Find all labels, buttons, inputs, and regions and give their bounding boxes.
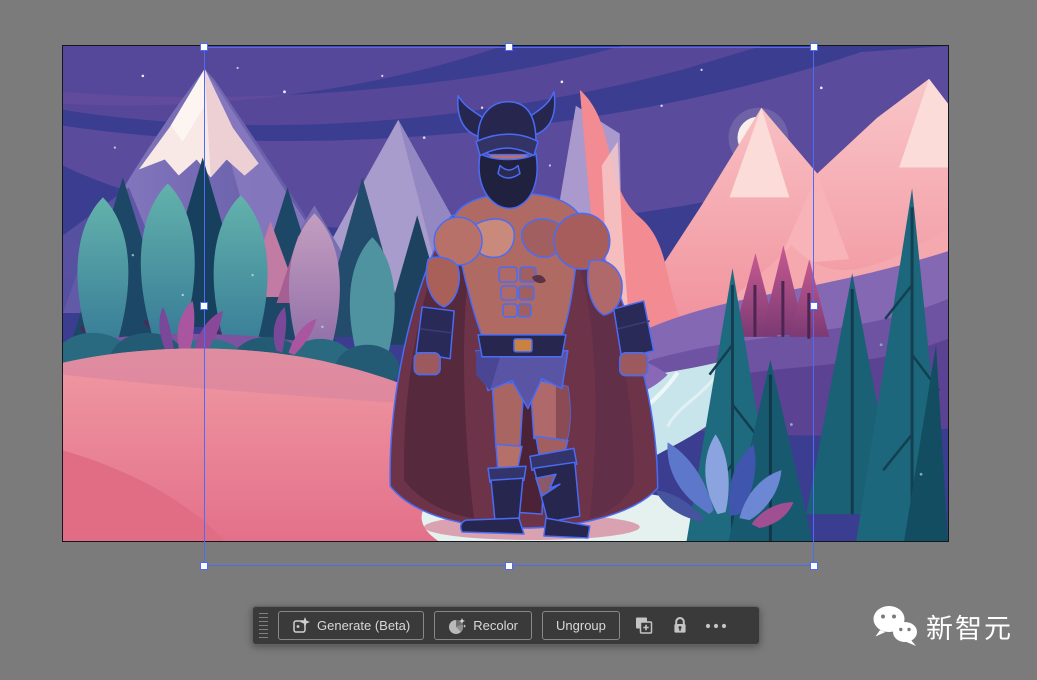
ungroup-button[interactable]: Ungroup [542, 611, 620, 640]
generate-button-label: Generate (Beta) [317, 618, 410, 633]
selection-handle-w[interactable] [200, 302, 208, 310]
application-window: Generate (Beta) Recolor Ungroup [0, 0, 1037, 680]
selection-handle-nw[interactable] [200, 43, 208, 51]
ungroup-button-label: Ungroup [556, 618, 606, 633]
illustration [63, 46, 948, 541]
duplicate-plus-icon[interactable] [632, 614, 656, 638]
recolor-button[interactable]: Recolor [434, 611, 532, 640]
selection-handle-e[interactable] [810, 302, 818, 310]
toolbar-drag-handle[interactable] [259, 613, 268, 639]
selection-handle-se[interactable] [810, 562, 818, 570]
selection-handle-sw[interactable] [200, 562, 208, 570]
recolor-button-label: Recolor [473, 618, 518, 633]
generate-sparkle-icon [292, 617, 310, 635]
generate-button[interactable]: Generate (Beta) [278, 611, 424, 640]
context-toolbar: Generate (Beta) Recolor Ungroup [252, 606, 760, 645]
artwork-canvas[interactable] [62, 45, 949, 542]
watermark-text: 新智元 [926, 607, 1013, 646]
lock-icon[interactable] [668, 614, 692, 638]
selection-handle-ne[interactable] [810, 43, 818, 51]
recolor-wheel-icon [448, 617, 466, 635]
wechat-icon [872, 604, 919, 649]
more-options-icon[interactable] [704, 614, 728, 638]
selection-handle-s[interactable] [505, 562, 513, 570]
selection-handle-n[interactable] [505, 43, 513, 51]
watermark: 新智元 [872, 604, 1013, 649]
